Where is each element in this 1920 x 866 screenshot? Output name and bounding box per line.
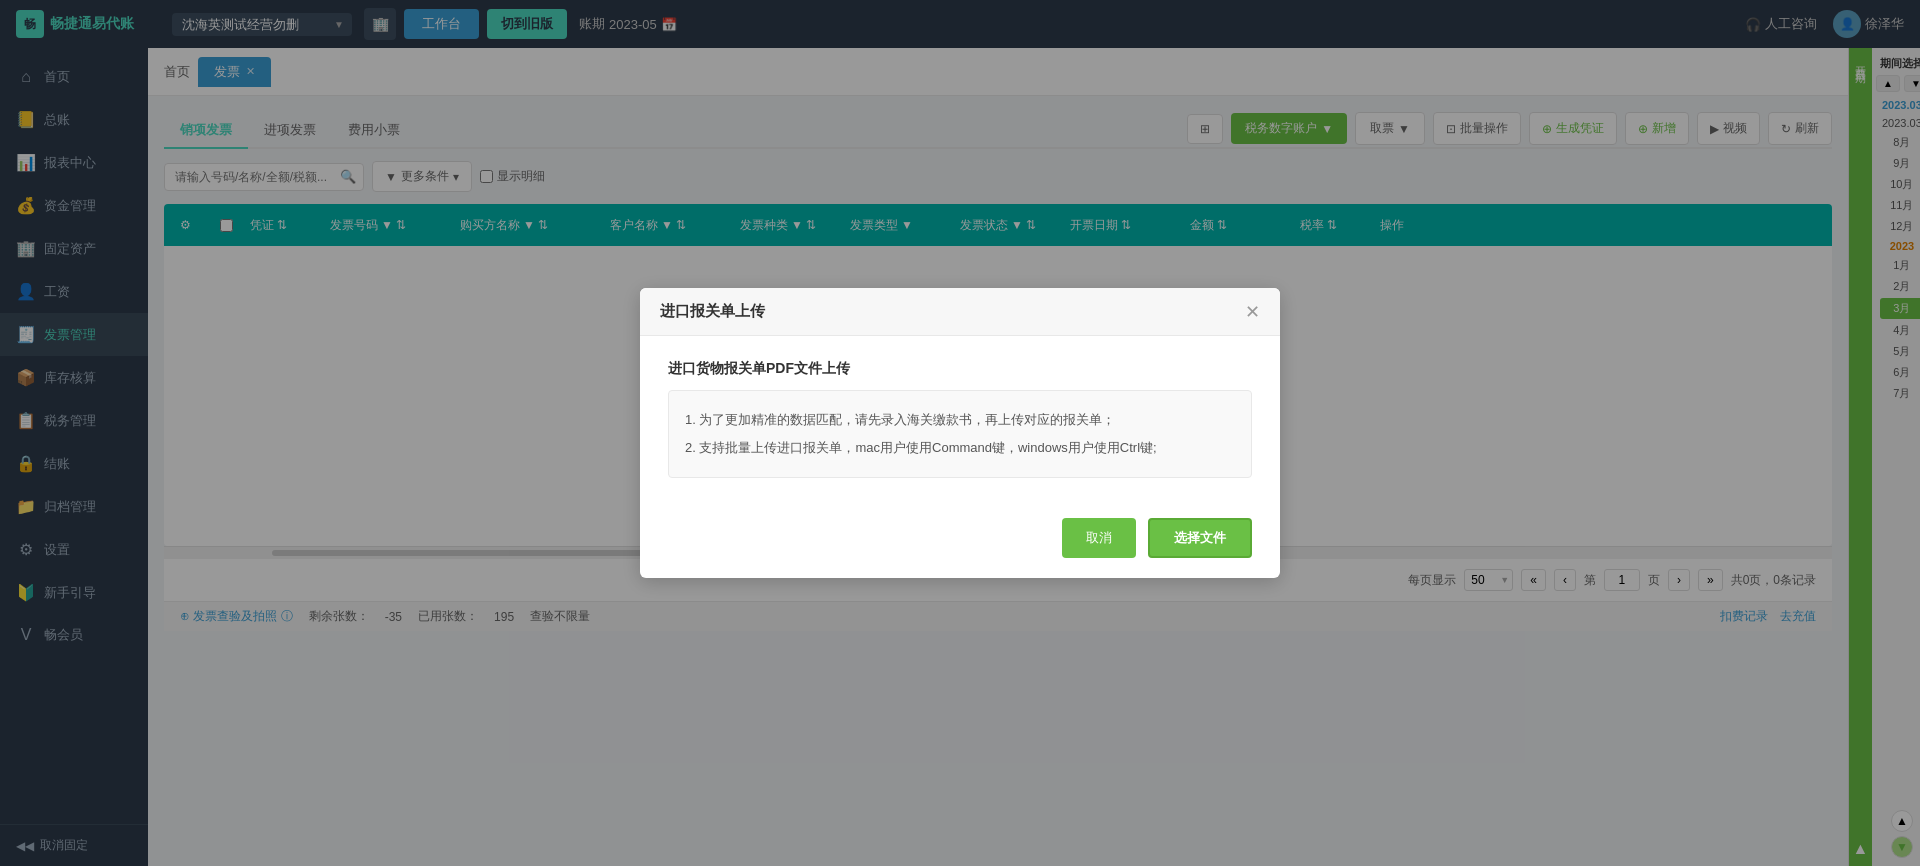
modal-section-title: 进口货物报关单PDF文件上传 [668, 360, 1252, 378]
modal-cancel-button[interactable]: 取消 [1062, 518, 1136, 558]
modal-title: 进口报关单上传 [660, 302, 765, 321]
modal-info-box: 1. 为了更加精准的数据匹配，请先录入海关缴款书，再上传对应的报关单； 2. 支… [668, 390, 1252, 478]
import-modal: 进口报关单上传 ✕ 进口货物报关单PDF文件上传 1. 为了更加精准的数据匹配，… [640, 288, 1280, 578]
modal-footer: 取消 选择文件 [640, 502, 1280, 578]
modal-info-line-2: 2. 支持批量上传进口报关单，mac用户使用Command键，windows用户… [685, 435, 1235, 461]
modal-overlay[interactable]: 进口报关单上传 ✕ 进口货物报关单PDF文件上传 1. 为了更加精准的数据匹配，… [0, 0, 1920, 866]
modal-info-line-1: 1. 为了更加精准的数据匹配，请先录入海关缴款书，再上传对应的报关单； [685, 407, 1235, 433]
modal-header: 进口报关单上传 ✕ [640, 288, 1280, 336]
modal-close-button[interactable]: ✕ [1245, 303, 1260, 321]
modal-body: 进口货物报关单PDF文件上传 1. 为了更加精准的数据匹配，请先录入海关缴款书，… [640, 336, 1280, 502]
modal-select-file-button[interactable]: 选择文件 [1148, 518, 1252, 558]
